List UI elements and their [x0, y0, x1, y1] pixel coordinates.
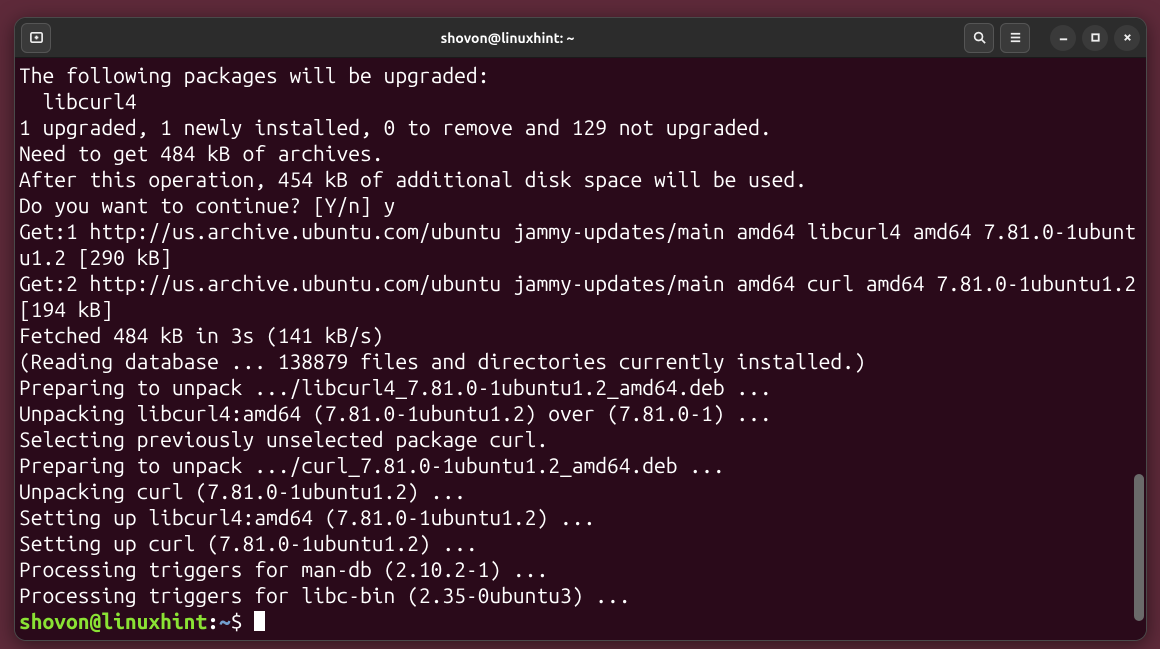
search-button[interactable]	[964, 23, 994, 53]
hamburger-menu-button[interactable]	[1000, 23, 1030, 53]
terminal-output: The following packages will be upgraded:…	[19, 63, 1146, 607]
terminal-body[interactable]: The following packages will be upgraded:…	[15, 58, 1146, 640]
scrollbar-track[interactable]	[1134, 66, 1144, 632]
terminal-window: shovon@linuxhint: ~ The following packag…	[14, 17, 1147, 641]
minimize-button[interactable]	[1050, 25, 1076, 51]
scrollbar-thumb[interactable]	[1134, 474, 1144, 621]
titlebar: shovon@linuxhint: ~	[15, 18, 1146, 58]
titlebar-left	[21, 23, 51, 53]
titlebar-right	[964, 23, 1140, 53]
prompt-user-host: shovon@linuxhint	[19, 609, 207, 633]
new-tab-button[interactable]	[21, 23, 51, 53]
close-button[interactable]	[1114, 25, 1140, 51]
window-title: shovon@linuxhint: ~	[51, 30, 964, 46]
cursor	[254, 611, 265, 631]
prompt-path: ~	[219, 609, 231, 633]
maximize-button[interactable]	[1082, 25, 1108, 51]
terminal-content[interactable]: The following packages will be upgraded:…	[19, 62, 1146, 634]
prompt-separator: :	[207, 609, 219, 633]
prompt-symbol: $	[231, 609, 243, 633]
